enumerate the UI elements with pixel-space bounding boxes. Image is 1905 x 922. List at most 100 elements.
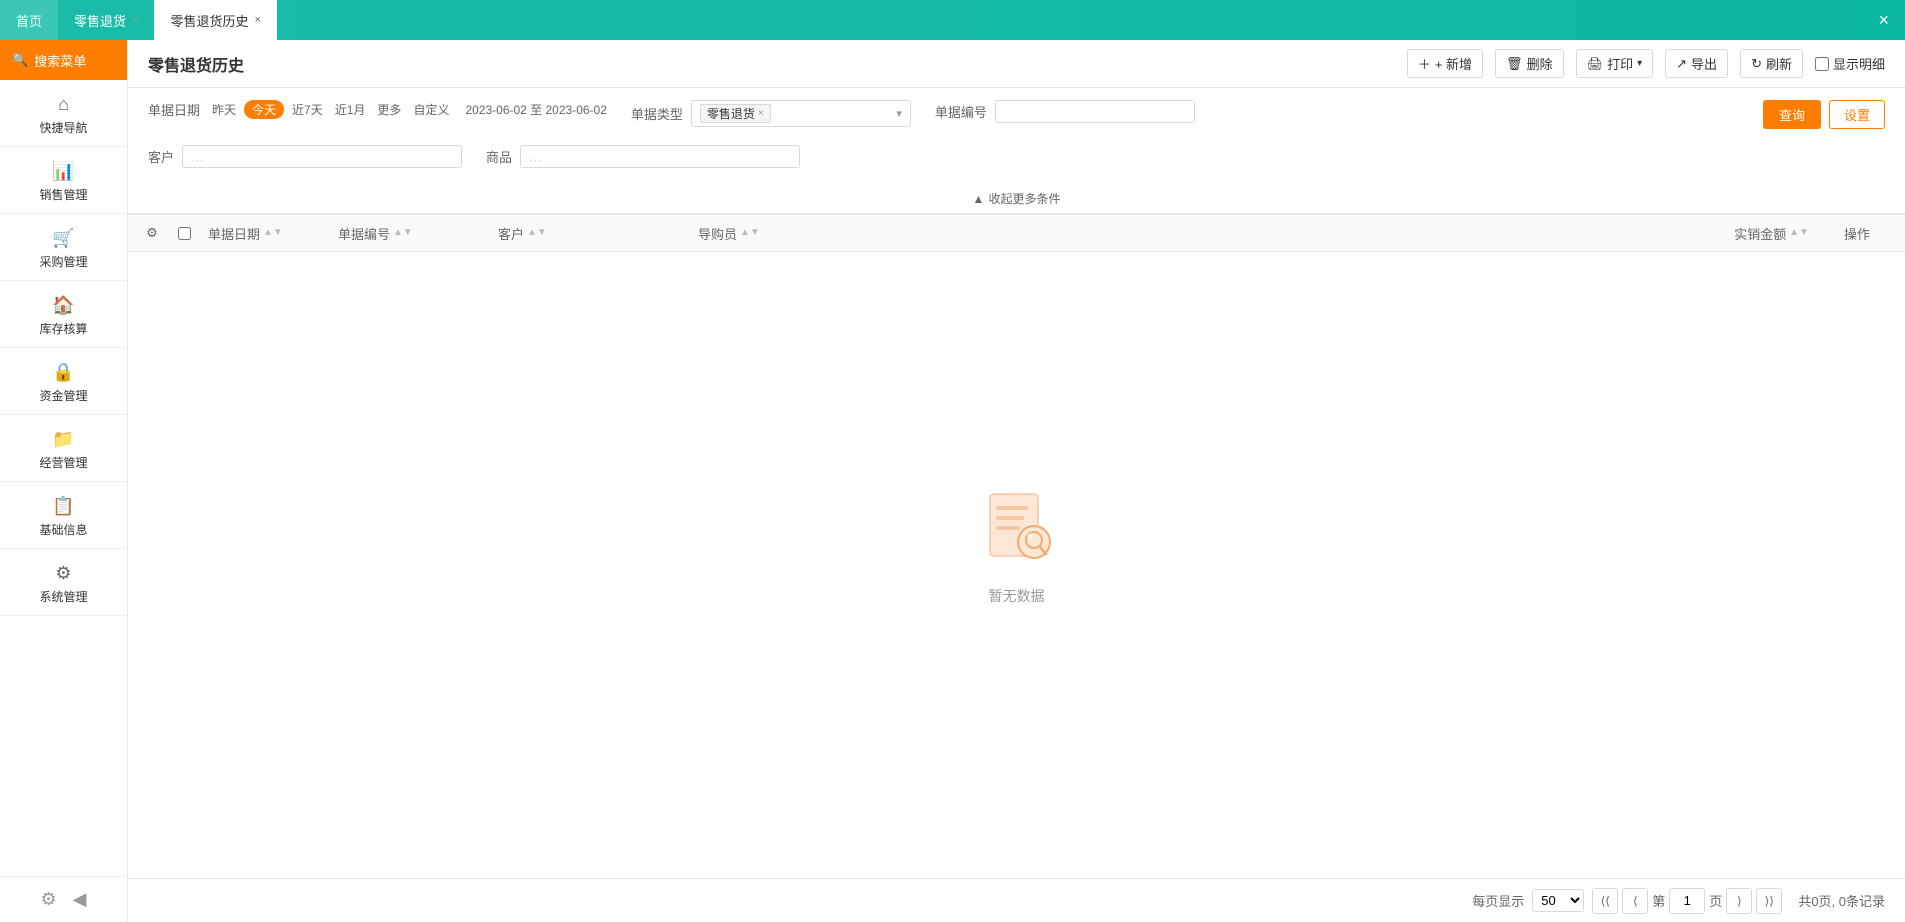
window-close-button[interactable]: ×: [1862, 0, 1905, 40]
th-amount[interactable]: 实销金额 ▲▼: [1697, 224, 1817, 243]
sidebar-item-operations[interactable]: 📁 经营管理: [0, 415, 127, 482]
basicinfo-icon: 📋: [52, 496, 74, 517]
select-all-checkbox[interactable]: [178, 227, 191, 240]
operations-icon: 📁: [52, 429, 74, 450]
sidebar-item-finance-label: 资金管理: [39, 387, 87, 404]
filter-client: 客户 …: [148, 145, 462, 168]
tab-retail-return-history[interactable]: 零售退货历史 ×: [154, 0, 276, 40]
th-settings[interactable]: ⚙: [136, 225, 168, 241]
new-label: + 新增: [1435, 54, 1472, 73]
sidebar-item-system-label: 系统管理: [39, 588, 87, 605]
pagination-bar: 每页显示 20 50 100 ⟨⟨ ⟨ 第 页 ⟩ ⟩⟩ 共0页, 0条记录: [128, 878, 1905, 922]
bill-date-label: 单据日期: [148, 100, 200, 119]
sidebar-item-basicinfo[interactable]: 📋 基础信息: [0, 482, 127, 549]
bill-type-select[interactable]: 零售退货 × ▾: [691, 100, 911, 127]
filter-row-1: 单据日期 昨天 今天 近7天 近1月 更多 自定义 2023-06-02 至 2…: [148, 100, 1885, 135]
sidebar-item-system[interactable]: ⚙ 系统管理: [0, 549, 127, 616]
tab-retail-return-history-close[interactable]: ×: [254, 14, 260, 26]
sort-bill-no-icon[interactable]: ▲▼: [393, 229, 413, 237]
show-detail-label: 显示明细: [1815, 54, 1885, 73]
collapse-sidebar-icon[interactable]: ◀: [73, 889, 87, 910]
print-button[interactable]: 🖨 打印 ▾: [1576, 49, 1654, 78]
th-guide[interactable]: 导购员 ▲▼: [690, 224, 1697, 243]
show-detail-checkbox[interactable]: [1815, 57, 1829, 71]
filter-goods: 商品 …: [486, 145, 800, 168]
bill-type-label: 单据类型: [631, 104, 683, 123]
collapse-button[interactable]: ▲ 收起更多条件: [973, 190, 1061, 207]
date-range-value: 2023-06-02 至 2023-06-02: [465, 101, 606, 118]
th-bill-date[interactable]: 单据日期 ▲▼: [200, 224, 330, 243]
sort-client-icon[interactable]: ▲▼: [527, 229, 547, 237]
export-button[interactable]: ↗ 导出: [1665, 49, 1728, 78]
th-operation-label: 操作: [1844, 224, 1870, 243]
show-detail-text: 显示明细: [1833, 54, 1885, 73]
date-btn-more[interactable]: 更多: [373, 100, 405, 119]
filter-area: 单据日期 昨天 今天 近7天 近1月 更多 自定义 2023-06-02 至 2…: [128, 88, 1905, 214]
home-icon: ⌂: [58, 94, 69, 115]
bill-type-tag-remove[interactable]: ×: [758, 108, 764, 119]
th-client[interactable]: 客户 ▲▼: [490, 224, 690, 243]
export-icon: ↗: [1676, 56, 1687, 72]
table-area: ⚙ 单据日期 ▲▼ 单据编号 ▲▼ 客户 ▲▼ 导购员: [128, 214, 1905, 878]
client-input-wrap[interactable]: …: [182, 145, 462, 168]
th-bill-no-label: 单据编号: [338, 224, 390, 243]
delete-button[interactable]: 🗑 删除: [1495, 49, 1564, 78]
date-btn-7days[interactable]: 近7天: [288, 100, 327, 119]
th-checkbox[interactable]: [168, 227, 200, 240]
collapse-label: 收起更多条件: [988, 190, 1060, 207]
client-ellipsis: …: [191, 149, 204, 164]
th-operation: 操作: [1817, 224, 1897, 243]
filter-bill-type: 单据类型 零售退货 × ▾: [631, 100, 911, 127]
sort-amount-icon[interactable]: ▲▼: [1789, 229, 1809, 237]
th-bill-no[interactable]: 单据编号 ▲▼: [330, 224, 490, 243]
bill-type-tag-text: 零售退货: [707, 105, 755, 122]
sidebar-item-sales[interactable]: 📊 销售管理: [0, 147, 127, 214]
set-button[interactable]: 设置: [1829, 100, 1885, 129]
goods-label: 商品: [486, 147, 512, 166]
tab-retail-return-history-label: 零售退货历史: [170, 11, 248, 30]
tab-retail-return[interactable]: 零售退货 ×: [58, 0, 154, 40]
bill-no-input[interactable]: [995, 100, 1195, 123]
sidebar-item-inventory[interactable]: 🏠 库存核算: [0, 281, 127, 348]
top-bar: 首页 零售退货 × 零售退货历史 × ×: [0, 0, 1905, 40]
page-nav: ⟨⟨ ⟨ 第 页 ⟩ ⟩⟩: [1592, 888, 1782, 914]
first-page-button[interactable]: ⟨⟨: [1592, 888, 1618, 914]
date-buttons-group: 昨天 今天 近7天 近1月 更多 自定义: [208, 100, 453, 119]
empty-illustration: [972, 484, 1062, 574]
collapse-bar: ▲ 收起更多条件: [148, 186, 1885, 213]
per-page-select[interactable]: 20 50 100: [1532, 889, 1584, 912]
next-page-button[interactable]: ⟩: [1726, 888, 1752, 914]
sidebar-item-quicknav[interactable]: ⌂ 快捷导航: [0, 80, 127, 147]
sort-bill-date-icon[interactable]: ▲▼: [263, 229, 283, 237]
date-btn-custom[interactable]: 自定义: [409, 100, 453, 119]
sidebar-search-label: 搜索菜单: [34, 51, 86, 70]
sort-guide-icon[interactable]: ▲▼: [740, 229, 760, 237]
sidebar-item-finance[interactable]: 🔒 资金管理: [0, 348, 127, 415]
page-label-before: 第: [1652, 891, 1665, 910]
refresh-icon: ↻: [1751, 56, 1762, 72]
sidebar-item-purchase[interactable]: 🛒 采购管理: [0, 214, 127, 281]
filter-row-2: 客户 … 商品 …: [148, 145, 1885, 176]
search-icon: 🔍: [12, 52, 28, 68]
column-settings-icon[interactable]: ⚙: [146, 225, 158, 241]
last-page-button[interactable]: ⟩⟩: [1756, 888, 1782, 914]
refresh-button[interactable]: ↻ 刷新: [1740, 49, 1803, 78]
prev-page-button[interactable]: ⟨: [1622, 888, 1648, 914]
date-btn-yesterday[interactable]: 昨天: [208, 100, 240, 119]
bill-type-dropdown-arrow: ▾: [896, 107, 902, 120]
goods-input-wrap[interactable]: …: [520, 145, 800, 168]
purchase-icon: 🛒: [52, 228, 74, 249]
sidebar-item-inventory-label: 库存核算: [39, 320, 87, 337]
new-button[interactable]: ＋ + 新增: [1407, 49, 1483, 78]
date-btn-today[interactable]: 今天: [244, 100, 284, 119]
query-button[interactable]: 查询: [1763, 100, 1821, 129]
page-number-input[interactable]: [1669, 888, 1705, 914]
client-label: 客户: [148, 147, 174, 166]
sidebar-search[interactable]: 🔍 搜索菜单: [0, 40, 127, 80]
settings-icon[interactable]: ⚙: [41, 889, 57, 910]
tab-home[interactable]: 首页: [0, 0, 58, 40]
sidebar-item-operations-label: 经营管理: [39, 454, 87, 471]
date-btn-1month[interactable]: 近1月: [331, 100, 370, 119]
tab-retail-return-close[interactable]: ×: [132, 14, 138, 26]
sales-icon: 📊: [52, 161, 74, 182]
